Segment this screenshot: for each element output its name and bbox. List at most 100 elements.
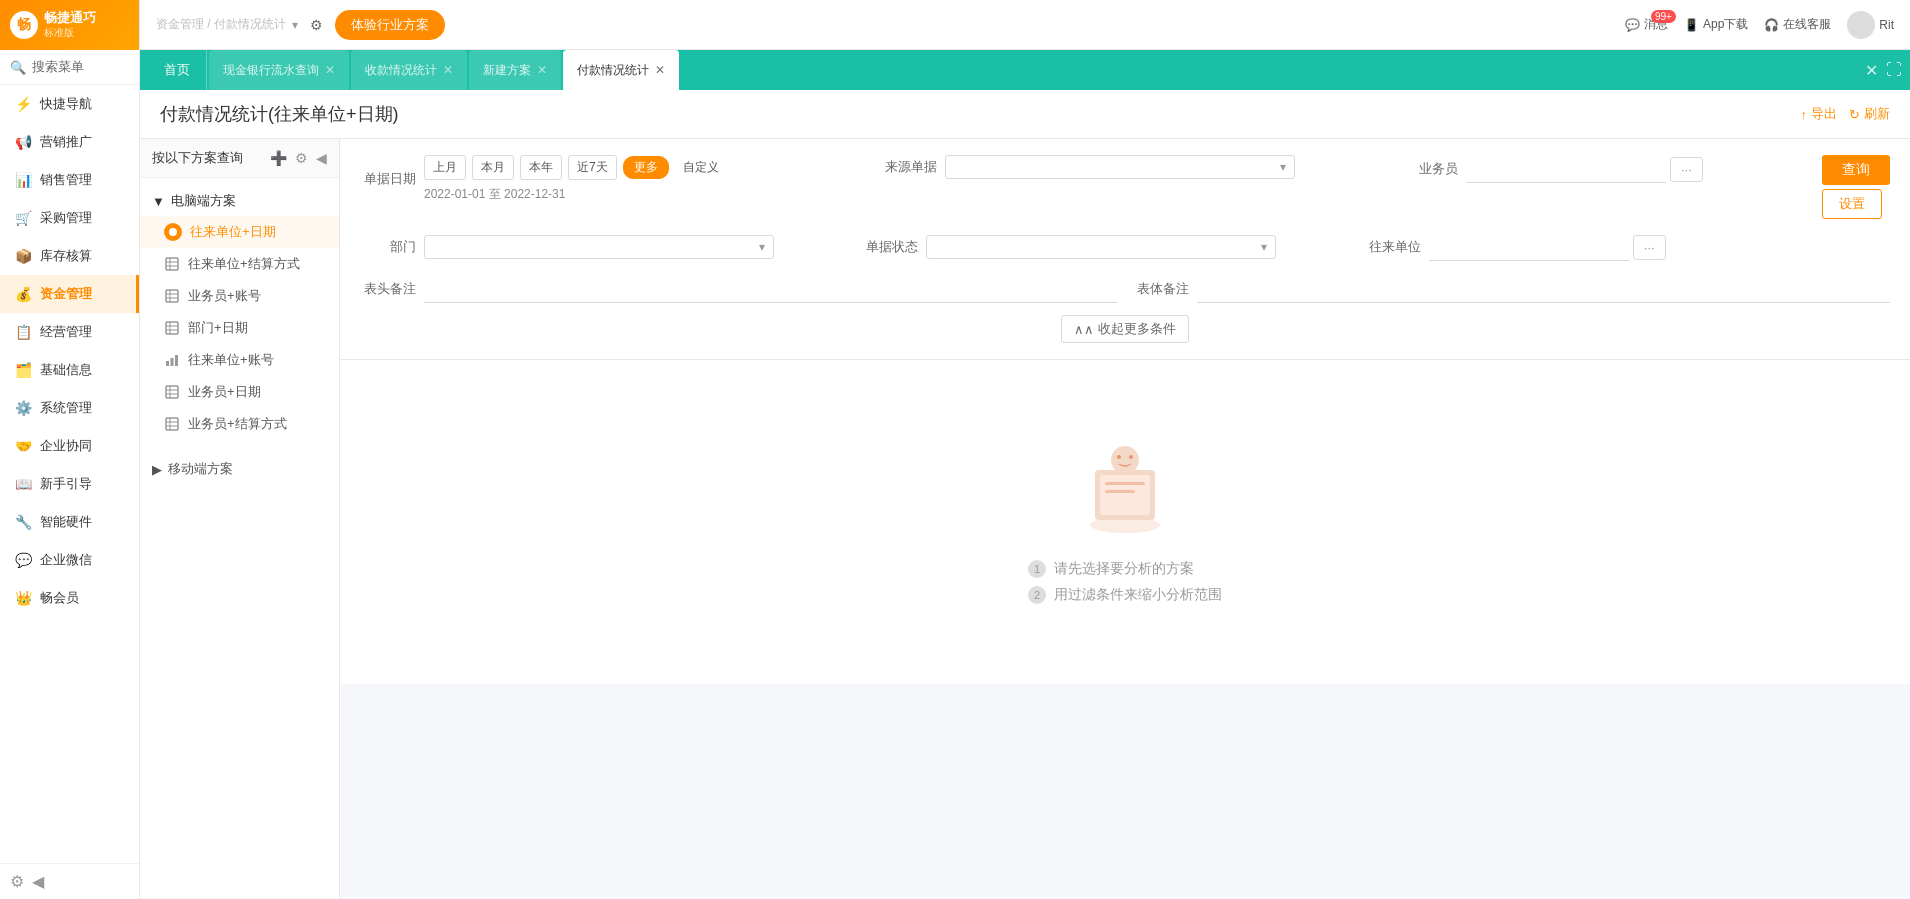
partner-input[interactable] <box>1429 233 1629 261</box>
svg-rect-14 <box>171 358 174 366</box>
sidebar-item-basic-info[interactable]: 🗂️ 基础信息 <box>0 351 139 389</box>
svg-rect-31 <box>1105 490 1135 493</box>
left-panel: 按以下方案查询 ➕ ⚙ ◀ ▼ 电脑端方案 <box>140 139 340 898</box>
date-btn-this-year[interactable]: 本年 <box>520 155 562 180</box>
tab-payment-stats[interactable]: 付款情况统计 ✕ <box>563 50 679 90</box>
date-label: 单据日期 <box>360 170 416 188</box>
tab-new-plan[interactable]: 新建方案 ✕ <box>469 50 561 90</box>
solution-unit-account[interactable]: 往来单位+账号 <box>140 344 339 376</box>
date-btn-last7[interactable]: 近7天 <box>568 155 617 180</box>
source-select[interactable]: ▾ <box>945 155 1295 179</box>
sidebar-item-marketing[interactable]: 📢 营销推广 <box>0 123 139 161</box>
svg-point-0 <box>169 228 177 236</box>
address-dropdown-icon[interactable]: ▾ <box>292 18 298 32</box>
customer-service-btn[interactable]: 🎧 在线客服 <box>1764 16 1831 33</box>
date-btn-last-month[interactable]: 上月 <box>424 155 466 180</box>
solution-staff-date[interactable]: 业务员+日期 <box>140 376 339 408</box>
sidebar-item-system[interactable]: ⚙️ 系统管理 <box>0 389 139 427</box>
svg-point-29 <box>1129 455 1133 459</box>
svg-rect-30 <box>1105 482 1145 485</box>
solution-unit-date[interactable]: 往来单位+日期 <box>140 216 339 248</box>
marketing-icon: 📢 <box>14 133 32 151</box>
top-header: 资金管理 / 付款情况统计 ▾ ⚙ 体验行业方案 💬 消息 99+ 📱 App下… <box>140 0 1910 50</box>
date-btn-more[interactable]: 更多 <box>623 156 669 179</box>
collapse-btn[interactable]: ∧∧ 收起更多条件 <box>1061 315 1189 343</box>
tab-payment-close[interactable]: ✕ <box>655 63 665 77</box>
solution-staff-settlement[interactable]: 业务员+结算方式 <box>140 408 339 440</box>
sidebar-item-enterprise[interactable]: 🤝 企业协同 <box>0 427 139 465</box>
dept-label: 部门 <box>360 238 416 256</box>
sidebar-item-hardware[interactable]: 🔧 智能硬件 <box>0 503 139 541</box>
body-note-input[interactable] <box>1197 275 1890 303</box>
tab-expand-icon[interactable]: ⛶ <box>1886 61 1902 79</box>
settings-solution-icon[interactable]: ⚙ <box>295 150 308 166</box>
tab-bank-flow[interactable]: 现金银行流水查询 ✕ <box>209 50 349 90</box>
tab-collection-stats[interactable]: 收款情况统计 ✕ <box>351 50 467 90</box>
sales-icon: 📊 <box>14 171 32 189</box>
table-icon-2 <box>164 288 180 304</box>
solution-unit-settlement[interactable]: 往来单位+结算方式 <box>140 248 339 280</box>
source-chevron-icon: ▾ <box>1280 160 1286 174</box>
sidebar: 畅 畅捷通巧 标准版 🔍 搜索菜单 ⚡ 快捷导航 📢 营销推广 📊 销售管理 🛒… <box>0 0 140 899</box>
settings-button[interactable]: 设置 <box>1822 189 1882 219</box>
trial-button[interactable]: 体验行业方案 <box>335 10 445 40</box>
table-icon-1 <box>164 256 180 272</box>
sidebar-item-inventory[interactable]: 📦 库存核算 <box>0 237 139 275</box>
empty-state: 1 请先选择要分析的方案 2 用过滤条件来缩小分析范围 <box>340 360 1910 684</box>
refresh-button[interactable]: ↻ 刷新 <box>1849 105 1890 123</box>
sidebar-item-sales[interactable]: 📊 销售管理 <box>0 161 139 199</box>
doc-status-select[interactable]: ▾ <box>926 235 1276 259</box>
member-icon: 👑 <box>14 589 32 607</box>
settings-bottom-icon[interactable]: ⚙ <box>10 872 24 891</box>
search-menu[interactable]: 🔍 搜索菜单 <box>0 50 139 85</box>
export-icon: ↑ <box>1801 107 1808 122</box>
svg-rect-1 <box>166 258 178 270</box>
body-layout: 按以下方案查询 ➕ ⚙ ◀ ▼ 电脑端方案 <box>140 139 1910 898</box>
sidebar-item-operation[interactable]: 📋 经营管理 <box>0 313 139 351</box>
query-button[interactable]: 查询 <box>1822 155 1890 185</box>
header-actions: 💬 消息 99+ 📱 App下载 🎧 在线客服 Rit <box>1625 11 1894 39</box>
partner-ellipsis[interactable]: ··· <box>1633 235 1666 260</box>
export-button[interactable]: ↑ 导出 <box>1801 105 1838 123</box>
add-solution-icon[interactable]: ➕ <box>270 150 287 166</box>
sidebar-item-guide[interactable]: 📖 新手引导 <box>0 465 139 503</box>
mobile-group-header[interactable]: ▶ 移动端方案 <box>140 454 339 484</box>
tab-collection-close[interactable]: ✕ <box>443 63 453 77</box>
dept-select[interactable]: ▾ <box>424 235 774 259</box>
filter-wrapper: 单据日期 上月 本月 本年 近7天 更多 自定义 2022-01-01 至 20… <box>340 139 1910 360</box>
sidebar-item-purchase[interactable]: 🛒 采购管理 <box>0 199 139 237</box>
date-btn-this-month[interactable]: 本月 <box>472 155 514 180</box>
solution-dept-date[interactable]: 部门+日期 <box>140 312 339 344</box>
header-gear-icon[interactable]: ⚙ <box>310 17 323 33</box>
collapse-panel-icon[interactable]: ◀ <box>316 150 327 166</box>
salesperson-ellipsis[interactable]: ··· <box>1670 157 1703 182</box>
header-note-input[interactable] <box>424 275 1117 303</box>
sidebar-item-member[interactable]: 👑 畅会员 <box>0 579 139 617</box>
notifications-btn[interactable]: 💬 消息 99+ <box>1625 16 1668 33</box>
wechat-icon: 💬 <box>14 551 32 569</box>
mobile-group: ▶ 移动端方案 <box>140 448 339 490</box>
table-icon-5 <box>164 416 180 432</box>
hardware-icon: 🔧 <box>14 513 32 531</box>
user-avatar-btn[interactable]: Rit <box>1847 11 1894 39</box>
address-bar[interactable]: 资金管理 / 付款情况统计 ▾ <box>156 16 298 33</box>
sidebar-item-quick-nav[interactable]: ⚡ 快捷导航 <box>0 85 139 123</box>
logo-icon: 畅 <box>10 11 38 39</box>
tab-close-all-icon[interactable]: ✕ <box>1865 61 1878 80</box>
pc-group-header[interactable]: ▼ 电脑端方案 <box>140 186 339 216</box>
salesperson-input[interactable] <box>1466 155 1666 183</box>
tab-new-plan-close[interactable]: ✕ <box>537 63 547 77</box>
date-custom-label[interactable]: 自定义 <box>675 156 727 179</box>
collapse-sidebar-icon[interactable]: ◀ <box>32 872 44 891</box>
svg-point-28 <box>1117 455 1121 459</box>
left-panel-header: 按以下方案查询 ➕ ⚙ ◀ <box>140 139 339 178</box>
tab-home[interactable]: 首页 <box>148 50 207 90</box>
right-content: 单据日期 上月 本月 本年 近7天 更多 自定义 2022-01-01 至 20… <box>340 139 1910 898</box>
app-download-btn[interactable]: 📱 App下载 <box>1684 16 1748 33</box>
svg-rect-13 <box>166 361 169 366</box>
solution-staff-account[interactable]: 业务员+账号 <box>140 280 339 312</box>
tab-bank-flow-close[interactable]: ✕ <box>325 63 335 77</box>
sidebar-item-wechat[interactable]: 💬 企业微信 <box>0 541 139 579</box>
sidebar-item-finance[interactable]: 💰 资金管理 <box>0 275 139 313</box>
page-header: 付款情况统计(往来单位+日期) ↑ 导出 ↻ 刷新 <box>140 90 1910 139</box>
